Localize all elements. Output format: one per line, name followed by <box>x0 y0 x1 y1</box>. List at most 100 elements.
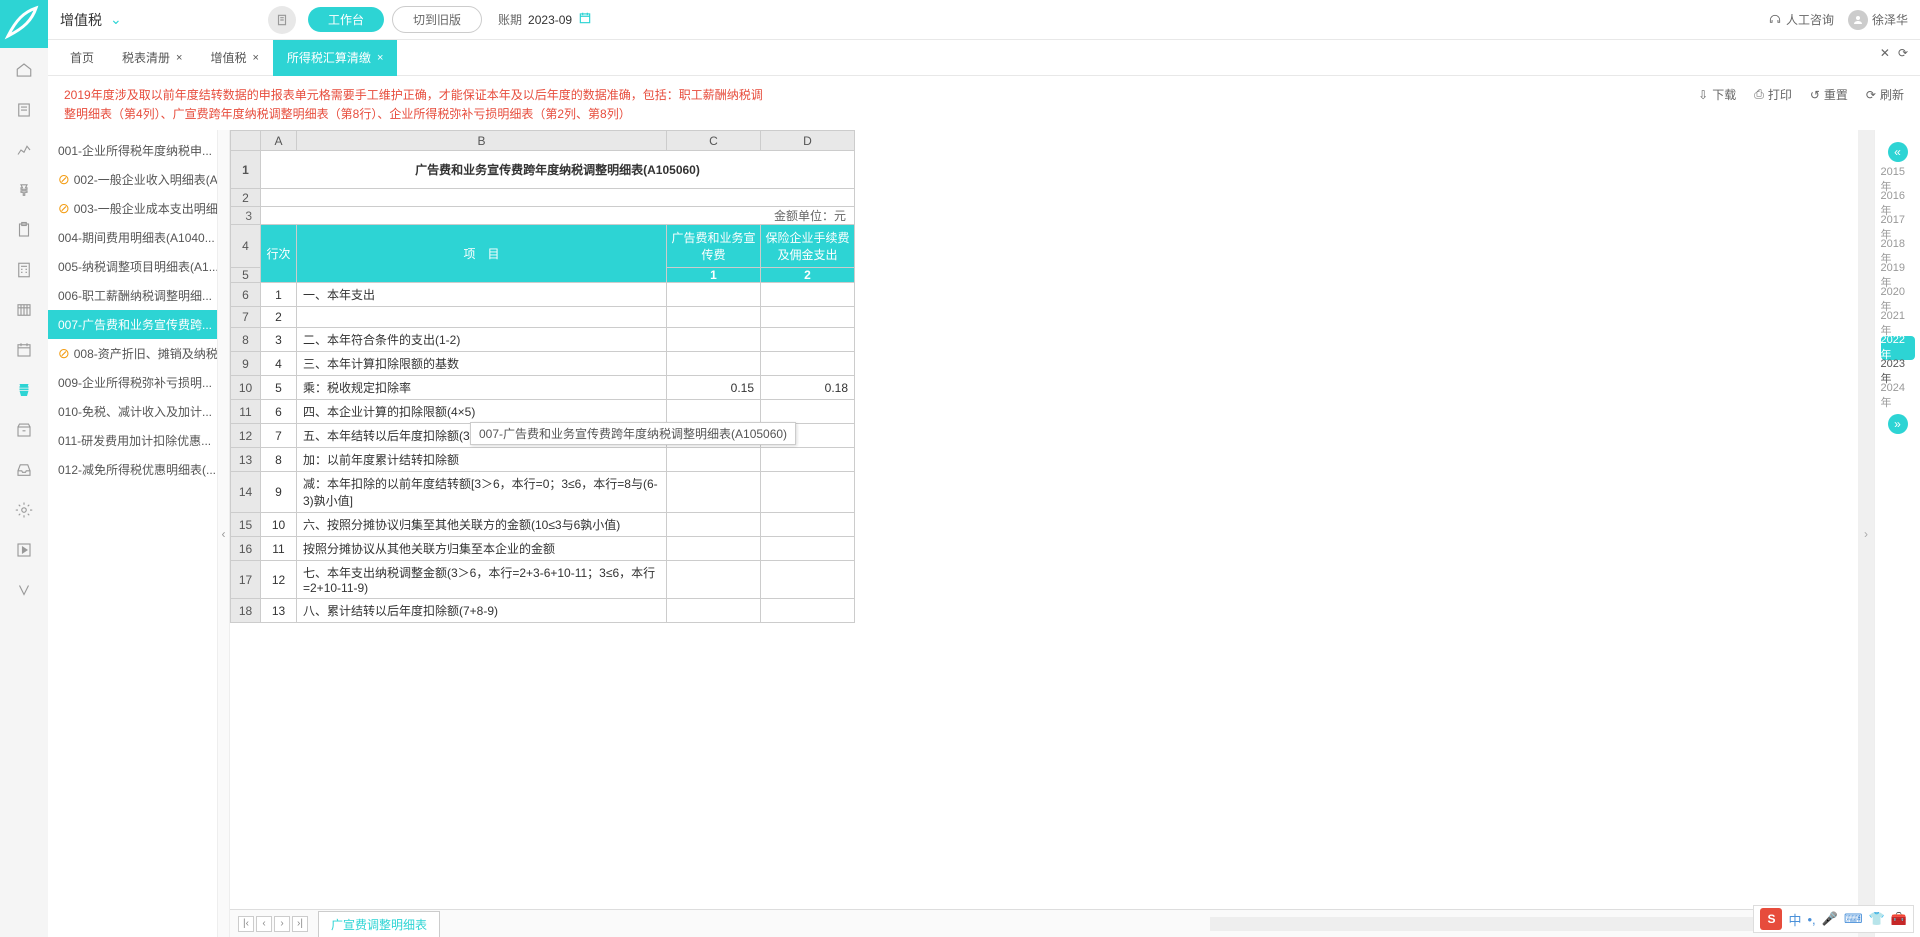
refresh-tabs-icon[interactable]: ⟳ <box>1898 46 1908 60</box>
nav-home-icon[interactable] <box>0 52 48 88</box>
row-header[interactable]: 6 <box>231 283 261 307</box>
sheet-nav-next[interactable]: › <box>274 916 290 932</box>
row-header[interactable]: 8 <box>231 328 261 352</box>
list-item[interactable]: 006-职工薪酬纳税调整明细... <box>48 281 217 310</box>
ime-logo[interactable]: S <box>1760 908 1782 930</box>
text-cell[interactable]: 加：以前年度累计结转扣除额 <box>297 448 667 472</box>
close-icon[interactable]: × <box>377 52 383 64</box>
value-cell[interactable]: 0.15 <box>667 376 761 400</box>
list-item[interactable]: 005-纳税调整项目明细表(A1... <box>48 252 217 281</box>
seq-cell[interactable]: 6 <box>261 400 297 424</box>
text-cell[interactable]: 按照分摊协议从其他关联方归集至本企业的金额 <box>297 537 667 561</box>
list-item[interactable]: ⊘002-一般企业收入明细表(A... <box>48 165 217 194</box>
seq-cell[interactable]: 11 <box>261 537 297 561</box>
year-chip[interactable]: 2017年 <box>1881 216 1915 240</box>
list-item[interactable]: 010-免税、减计收入及加计... <box>48 397 217 426</box>
corner-cell[interactable] <box>231 131 261 151</box>
year-chip[interactable]: 2019年 <box>1881 264 1915 288</box>
value-cell[interactable] <box>667 400 761 424</box>
value-cell[interactable] <box>761 513 855 537</box>
value-cell[interactable] <box>761 599 855 623</box>
list-item[interactable]: 012-减免所得税优惠明细表(... <box>48 455 217 484</box>
support-link[interactable]: 人工咨询 <box>1768 11 1834 28</box>
row-header[interactable]: 13 <box>231 448 261 472</box>
tab[interactable]: 所得税汇算清缴× <box>273 40 397 76</box>
value-cell[interactable]: 0.18 <box>761 376 855 400</box>
value-cell[interactable] <box>667 352 761 376</box>
sheet-nav-last[interactable]: ›| <box>292 916 308 932</box>
year-chip[interactable]: 2016年 <box>1881 192 1915 216</box>
close-icon[interactable]: × <box>252 52 258 64</box>
text-cell[interactable] <box>297 307 667 328</box>
year-up-icon[interactable]: « <box>1888 142 1908 162</box>
seq-cell[interactable]: 12 <box>261 561 297 599</box>
sheet-nav-prev[interactable]: ‹ <box>256 916 272 932</box>
ime-mic-icon[interactable]: 🎤 <box>1822 911 1838 927</box>
tab[interactable]: 增值税× <box>196 40 272 76</box>
value-cell[interactable] <box>667 599 761 623</box>
value-cell[interactable] <box>761 472 855 513</box>
tab[interactable]: 税表清册× <box>108 40 196 76</box>
value-cell[interactable] <box>667 448 761 472</box>
text-cell[interactable]: 减：本年扣除的以前年度结转额[3＞6，本行=0；3≤6，本行=8与(6-3)孰小… <box>297 472 667 513</box>
nav-calc-icon[interactable] <box>0 252 48 288</box>
list-item[interactable]: 001-企业所得税年度纳税申... <box>48 136 217 165</box>
refresh-button[interactable]: ⟳刷新 <box>1866 86 1904 103</box>
seq-cell[interactable]: 5 <box>261 376 297 400</box>
year-chip[interactable]: 2024年 <box>1881 384 1915 408</box>
value-cell[interactable] <box>667 328 761 352</box>
sheet-nav-first[interactable]: |‹ <box>238 916 254 932</box>
col-header[interactable]: D <box>761 131 855 151</box>
seq-cell[interactable]: 8 <box>261 448 297 472</box>
seq-cell[interactable]: 13 <box>261 599 297 623</box>
row-header[interactable]: 18 <box>231 599 261 623</box>
seq-cell[interactable]: 7 <box>261 424 297 448</box>
reset-button[interactable]: ↺重置 <box>1810 86 1848 103</box>
collapse-handle[interactable]: ‹ <box>218 130 230 937</box>
value-cell[interactable] <box>667 472 761 513</box>
list-item[interactable]: 004-期间费用明细表(A1040... <box>48 223 217 252</box>
row-header[interactable]: 2 <box>231 189 261 207</box>
row-header[interactable]: 17 <box>231 561 261 599</box>
workspace-button[interactable]: 工作台 <box>308 7 384 32</box>
ime-toolbox-icon[interactable]: 🧰 <box>1891 911 1907 927</box>
seq-cell[interactable]: 10 <box>261 513 297 537</box>
seq-cell[interactable]: 1 <box>261 283 297 307</box>
seq-cell[interactable]: 3 <box>261 328 297 352</box>
year-chip[interactable]: 2020年 <box>1881 288 1915 312</box>
spreadsheet[interactable]: A B C D 1广告费和业务宣传费跨年度纳税调整明细表(A105060) 2 … <box>230 130 1858 909</box>
seq-cell[interactable]: 9 <box>261 472 297 513</box>
year-down-icon[interactable]: » <box>1888 414 1908 434</box>
text-cell[interactable]: 七、本年支出纳税调整金额(3＞6，本行=2+3-6+10-11；3≤6，本行=2… <box>297 561 667 599</box>
row-header[interactable]: 11 <box>231 400 261 424</box>
col-header[interactable]: C <box>667 131 761 151</box>
value-cell[interactable] <box>667 283 761 307</box>
row-header[interactable]: 4 <box>231 225 261 268</box>
app-logo[interactable] <box>0 0 48 48</box>
value-cell[interactable] <box>761 352 855 376</box>
value-cell[interactable] <box>761 537 855 561</box>
close-icon[interactable]: × <box>176 52 182 64</box>
download-button[interactable]: ⇩下载 <box>1698 86 1736 103</box>
ime-lang[interactable]: 中 <box>1788 910 1801 929</box>
list-item[interactable]: ⊘008-资产折旧、摊销及纳税... <box>48 339 217 368</box>
nav-chart-icon[interactable] <box>0 132 48 168</box>
row-header[interactable]: 14 <box>231 472 261 513</box>
calendar-icon[interactable] <box>578 11 592 28</box>
nav-settings-icon[interactable] <box>0 492 48 528</box>
value-cell[interactable] <box>761 448 855 472</box>
switch-old-button[interactable]: 切到旧版 <box>392 6 482 33</box>
row-header[interactable]: 12 <box>231 424 261 448</box>
nav-clipboard-icon[interactable] <box>0 212 48 248</box>
col-header[interactable]: B <box>297 131 667 151</box>
list-item[interactable]: 007-广告费和业务宣传费跨... <box>48 310 217 339</box>
row-header[interactable]: 1 <box>231 151 261 189</box>
text-cell[interactable]: 六、按照分摊协议归集至其他关联方的金额(10≤3与6孰小值) <box>297 513 667 537</box>
text-cell[interactable]: 八、累计结转以后年度扣除额(7+8-9) <box>297 599 667 623</box>
row-header[interactable]: 9 <box>231 352 261 376</box>
value-cell[interactable] <box>667 307 761 328</box>
list-item[interactable]: 011-研发费用加计扣除优惠... <box>48 426 217 455</box>
text-cell[interactable]: 乘：税收规定扣除率 <box>297 376 667 400</box>
value-cell[interactable] <box>761 561 855 599</box>
text-cell[interactable]: 四、本企业计算的扣除限额(4×5) <box>297 400 667 424</box>
